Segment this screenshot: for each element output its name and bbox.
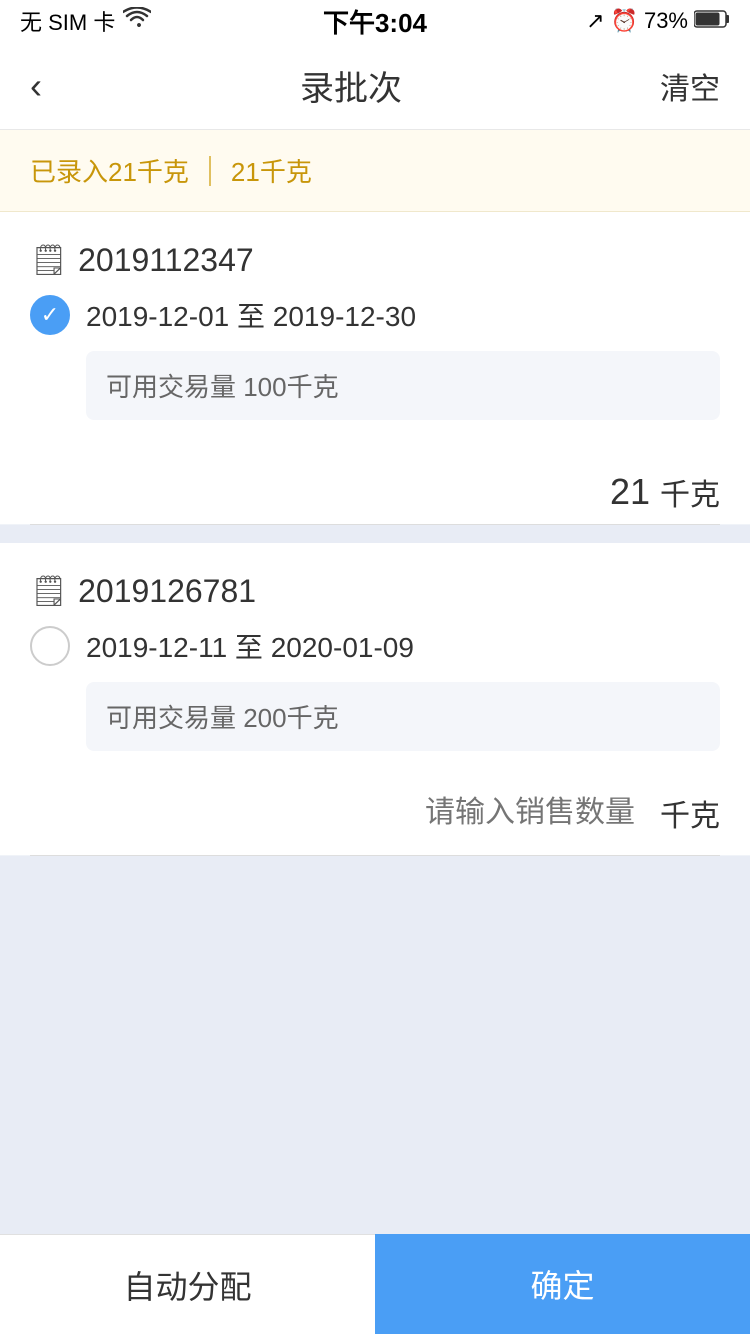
confirm-button[interactable]: 确定 — [375, 1234, 750, 1334]
section-divider — [0, 525, 750, 543]
bottom-buttons: 自动分配 确定 — [0, 1234, 750, 1334]
batch1-date-row[interactable]: ✓ 2019-12-01 至 2019-12-30 — [30, 295, 720, 335]
batch1-radio[interactable]: ✓ — [30, 295, 70, 335]
battery-percent: 73% — [644, 8, 688, 34]
batch2-amount-row[interactable]: 千克 — [0, 781, 750, 855]
batch2-header: 🗒 2019126781 — [30, 573, 720, 610]
batch1-available-text: 可用交易量 100千克 — [106, 372, 339, 402]
amount-value-display: 21千克 — [231, 152, 312, 189]
batch1-icon: 🗒 — [30, 243, 68, 278]
batch1-amount-value: 21 — [610, 471, 650, 513]
wifi-icon — [123, 7, 151, 35]
info-banner: 已录入21千克 21千克 — [0, 130, 750, 212]
status-left: 无 SIM 卡 — [20, 5, 151, 37]
status-right: ↗ ⏰ 73% — [586, 8, 730, 34]
no-sim-text: 无 SIM 卡 — [20, 5, 115, 37]
batch1-date: 2019-12-01 至 2019-12-30 — [86, 295, 416, 335]
batch2-radio[interactable] — [30, 626, 70, 666]
batch2-id: 2019126781 — [78, 573, 256, 610]
batch1-header: 🗒 2019112347 — [30, 242, 720, 279]
batch1-amount-row: 21 千克 — [0, 450, 750, 524]
back-button[interactable]: ‹ — [30, 68, 42, 104]
location-icon: ↗ — [586, 8, 604, 34]
batch2-amount-unit: 千克 — [660, 791, 720, 835]
empty-area — [0, 856, 750, 1296]
batch2-date-row[interactable]: 2019-12-11 至 2020-01-09 — [30, 626, 720, 666]
batch1-amount-unit: 千克 — [660, 470, 720, 514]
batch1-check-icon: ✓ — [41, 304, 59, 326]
page-title: 录批次 — [300, 61, 402, 110]
batch2-icon: 🗒 — [30, 574, 68, 609]
batch1-id: 2019112347 — [78, 242, 254, 279]
status-time: 下午3:04 — [323, 3, 427, 40]
banner-divider — [209, 156, 211, 186]
battery-icon — [694, 8, 730, 34]
batch2-date: 2019-12-11 至 2020-01-09 — [86, 626, 414, 666]
batch2-available-box: 可用交易量 200千克 — [86, 682, 720, 751]
alarm-icon: ⏰ — [611, 8, 638, 34]
batch1-available-box: 可用交易量 100千克 — [86, 351, 720, 420]
recorded-amount-label: 已录入21千克 — [30, 152, 189, 189]
batch-item-2: 🗒 2019126781 2019-12-11 至 2020-01-09 可用交… — [0, 543, 750, 781]
batch-item-1: 🗒 2019112347 ✓ 2019-12-01 至 2019-12-30 可… — [0, 212, 750, 450]
batch2-amount-input[interactable] — [264, 796, 650, 830]
auto-distribute-button[interactable]: 自动分配 — [0, 1234, 375, 1334]
status-bar: 无 SIM 卡 下午3:04 ↗ ⏰ 73% — [0, 0, 750, 42]
clear-button[interactable]: 清空 — [660, 64, 720, 108]
batch2-available-text: 可用交易量 200千克 — [106, 703, 339, 733]
nav-bar: ‹ 录批次 清空 — [0, 42, 750, 130]
